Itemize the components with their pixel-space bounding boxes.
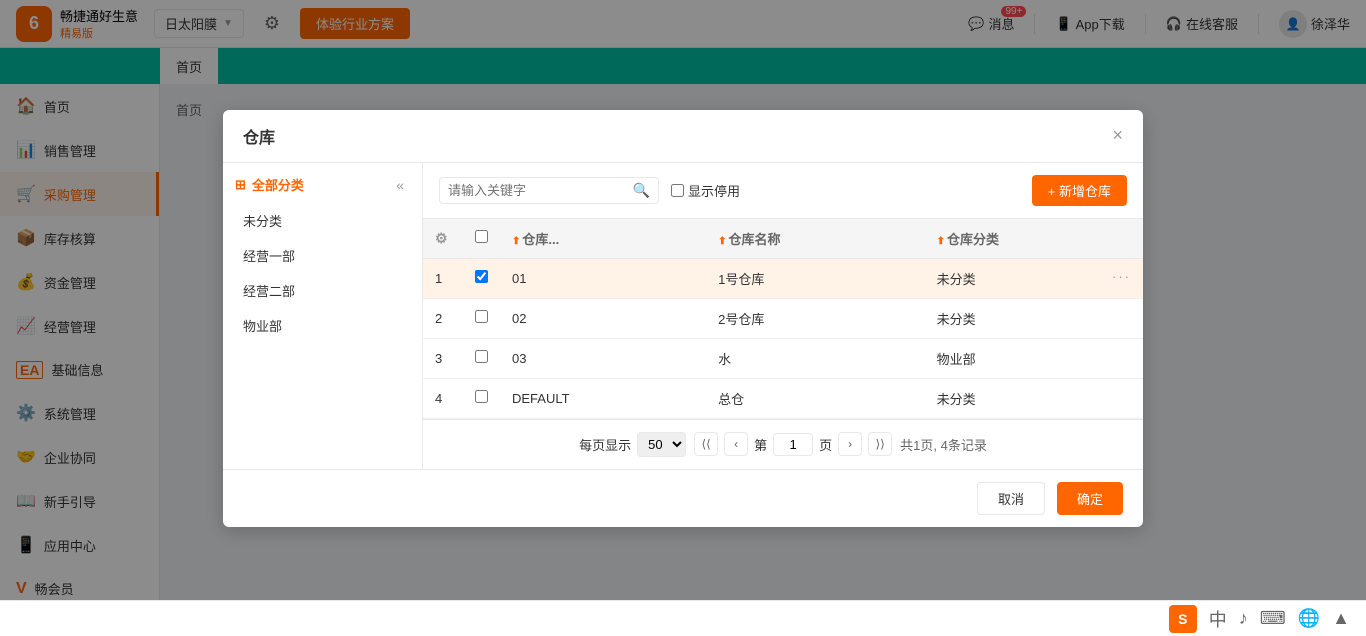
table-toolbar: 🔍 显示停用 + 新增仓库 [423,163,1143,219]
sort-icon3: ⬆ [937,236,945,247]
network-icon[interactable]: 🌐 [1298,608,1320,629]
page-size: 每页显示 50 [579,432,686,457]
tree-item-uncategorized[interactable]: 未分类 [223,203,422,238]
modal-body: ⊞ 全部分类 « 未分类 经营一部 经营二部 物业部 🔍 [223,163,1143,469]
search-box: 🔍 [439,177,659,204]
table-header-row: ⚙ ⬆仓库... ⬆仓库名称 ⬆仓库分类 [423,219,1143,259]
add-warehouse-button[interactable]: + 新增仓库 [1032,175,1127,206]
show-disabled-label[interactable]: 显示停用 [671,181,740,200]
pagination: 每页显示 50 ⟨⟨ ‹ 第 页 › ⟩⟩ 共1页, 4条记录 [423,419,1143,469]
row-index: 4 [423,378,463,418]
next-page-btn[interactable]: › [838,432,862,456]
table-panel: 🔍 显示停用 + 新增仓库 ⚙ [423,163,1143,469]
warehouse-modal: 仓库 × ⊞ 全部分类 « 未分类 经营一部 经营二部 物业部 [223,110,1143,527]
modal-header: 仓库 × [223,110,1143,163]
col-gear: ⚙ [423,219,463,259]
table-row[interactable]: 3 03 水 物业部 [423,338,1143,378]
last-page-btn[interactable]: ⟩⟩ [868,432,892,456]
row-actions[interactable]: ··· [1112,269,1131,284]
tree-header: ⊞ 全部分类 « [223,175,422,203]
page-navigation: ⟨⟨ ‹ 第 页 › ⟩⟩ [694,432,892,456]
row-category: 未分类 [925,298,1143,338]
row-category: 未分类··· [925,258,1143,298]
cancel-button[interactable]: 取消 [977,482,1045,515]
col-name-header: ⬆仓库名称 [706,219,924,259]
row-name: 水 [706,338,924,378]
grid-icon: ⊞ [235,177,246,193]
tree-item-dept2[interactable]: 经营二部 [223,273,422,308]
modal-overlay: 仓库 × ⊞ 全部分类 « 未分类 经营一部 经营二部 物业部 [0,0,1366,636]
search-icon: 🔍 [633,182,650,199]
modal-close-button[interactable]: × [1112,125,1123,146]
row-category: 未分类 [925,378,1143,418]
system-tray-icon[interactable]: ▲ [1332,608,1350,629]
modal-title: 仓库 [243,124,275,148]
row-category: 物业部 [925,338,1143,378]
col-category-header: ⬆仓库分类 [925,219,1143,259]
sort-icon2: ⬆ [718,236,726,247]
modal-footer: 取消 确定 [223,469,1143,527]
col-code-header: ⬆仓库... [500,219,706,259]
select-all-checkbox[interactable] [475,230,488,243]
tree-collapse-button[interactable]: « [390,175,410,195]
row-name: 1号仓库 [706,258,924,298]
row-checkbox[interactable] [463,338,500,378]
bottom-taskbar: S 中 ♪ ⌨ 🌐 ▲ [0,600,1366,636]
tree-title: ⊞ 全部分类 [235,175,304,194]
first-page-btn[interactable]: ⟨⟨ [694,432,718,456]
confirm-button[interactable]: 确定 [1057,482,1123,515]
row-checkbox[interactable] [463,298,500,338]
keyboard-icon[interactable]: ⌨ [1260,608,1286,629]
category-tree-panel: ⊞ 全部分类 « 未分类 经营一部 经营二部 物业部 [223,163,423,469]
show-disabled-checkbox[interactable] [671,184,684,197]
table-row[interactable]: 2 02 2号仓库 未分类 [423,298,1143,338]
gear-icon[interactable]: ⚙ [435,230,448,246]
prev-page-btn[interactable]: ‹ [724,432,748,456]
row-index: 1 [423,258,463,298]
sound-icon[interactable]: ♪ [1239,608,1248,629]
table-row[interactable]: 1 01 1号仓库 未分类··· [423,258,1143,298]
warehouse-table-wrap: ⚙ ⬆仓库... ⬆仓库名称 ⬆仓库分类 1 01 1号仓库 未分类··· 2 [423,219,1143,419]
warehouse-table: ⚙ ⬆仓库... ⬆仓库名称 ⬆仓库分类 1 01 1号仓库 未分类··· 2 [423,219,1143,419]
row-code: 03 [500,338,706,378]
page-total: 共1页, 4条记录 [900,435,987,454]
row-index: 2 [423,298,463,338]
row-checkbox[interactable] [463,258,500,298]
s-logo: S [1169,605,1197,633]
chinese-input-icon[interactable]: 中 [1209,606,1227,632]
row-code: DEFAULT [500,378,706,418]
table-row[interactable]: 4 DEFAULT 总仓 未分类 [423,378,1143,418]
row-index: 3 [423,338,463,378]
sort-icon: ⬆ [512,236,520,247]
row-code: 02 [500,298,706,338]
page-number-input[interactable] [773,433,813,456]
row-checkbox[interactable] [463,378,500,418]
row-code: 01 [500,258,706,298]
tree-item-property[interactable]: 物业部 [223,308,422,343]
search-input[interactable] [448,183,627,198]
row-name: 总仓 [706,378,924,418]
tree-item-dept1[interactable]: 经营一部 [223,238,422,273]
row-name: 2号仓库 [706,298,924,338]
col-checkbox [463,219,500,259]
per-page-select[interactable]: 50 [637,432,686,457]
